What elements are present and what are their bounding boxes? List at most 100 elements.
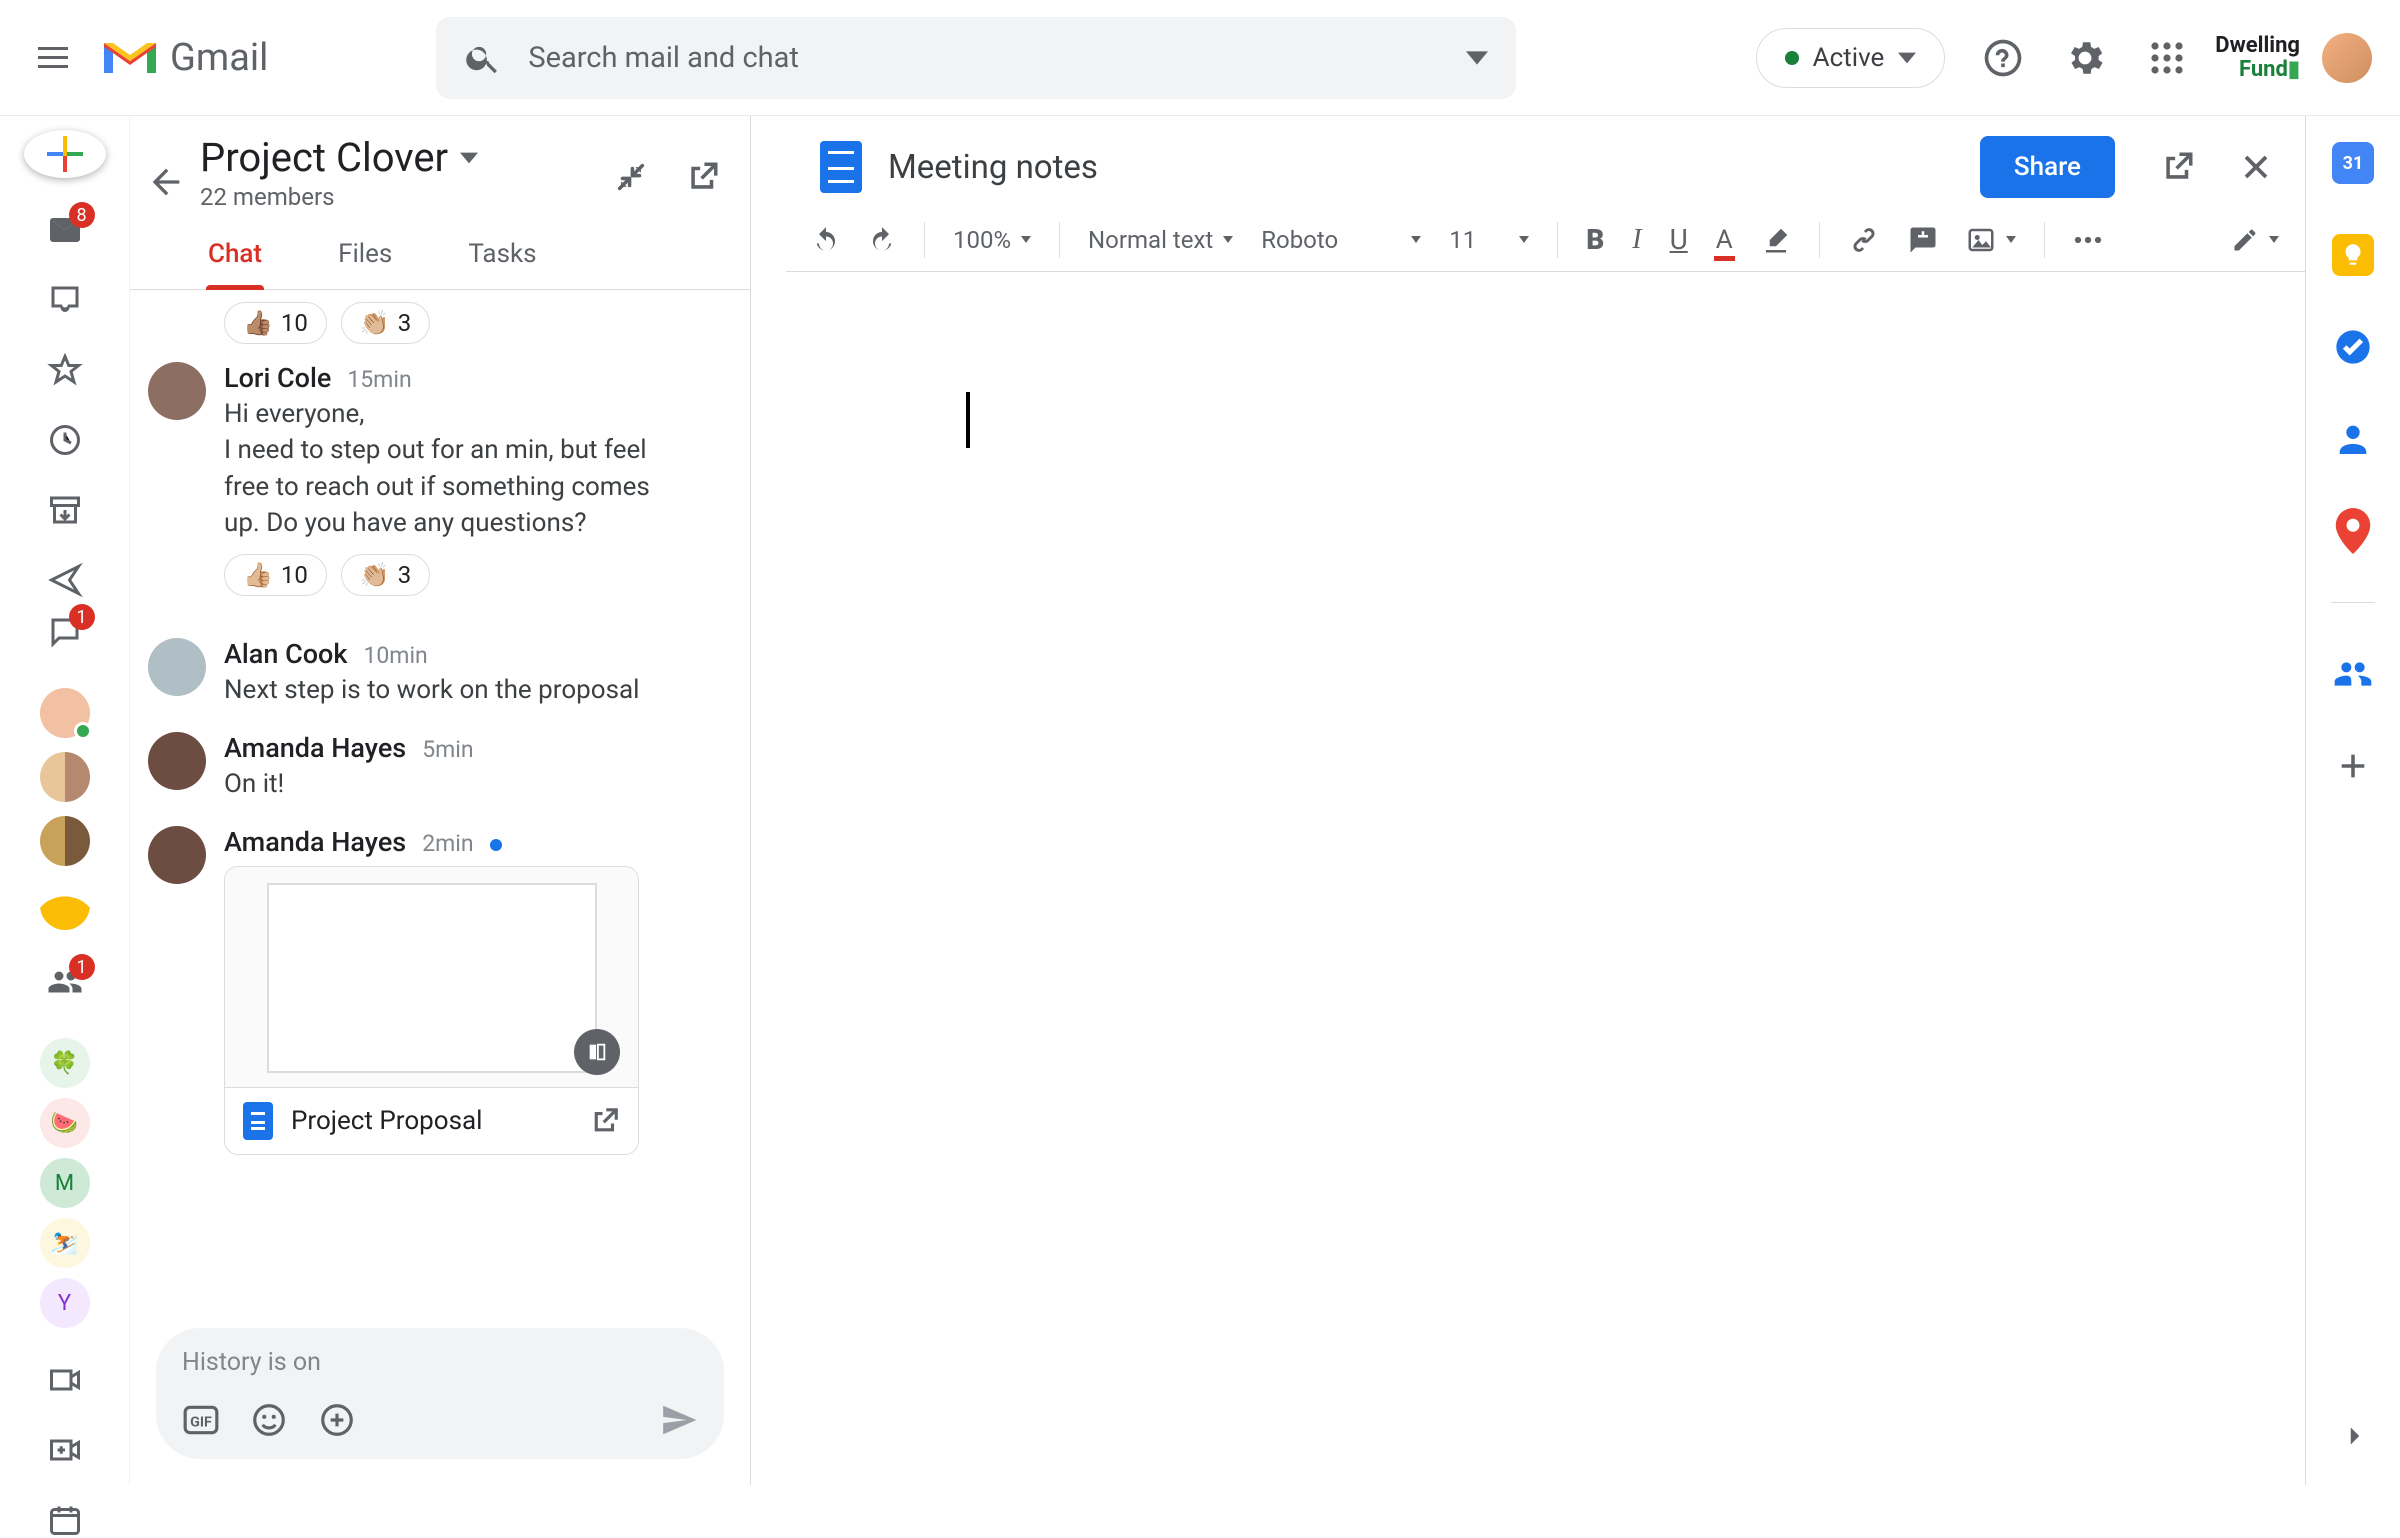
composer[interactable]: History is on GIF: [156, 1328, 724, 1459]
presence-dot-icon: [74, 722, 92, 740]
account-avatar[interactable]: [2322, 33, 2372, 83]
share-button[interactable]: Share: [1980, 136, 2115, 198]
compose-button[interactable]: [24, 130, 106, 178]
doc-title[interactable]: Meeting notes: [888, 148, 1098, 187]
room-avatar-clover[interactable]: 🍀: [40, 1038, 90, 1088]
add-icon[interactable]: [318, 1401, 356, 1439]
underline-icon[interactable]: U: [1670, 223, 1688, 256]
dm-avatar-1[interactable]: [40, 688, 90, 738]
collapse-icon[interactable]: [614, 160, 648, 194]
redo-icon[interactable]: [868, 226, 896, 254]
maps-addon-icon[interactable]: [2332, 510, 2374, 552]
style-dropdown[interactable]: Normal text: [1088, 226, 1233, 254]
tab-tasks[interactable]: Tasks: [460, 225, 544, 289]
open-side-icon[interactable]: [574, 1029, 620, 1075]
archive-nav-icon[interactable]: [45, 492, 85, 528]
dm-avatar-4[interactable]: [40, 880, 90, 930]
search-icon: [464, 39, 502, 77]
comment-icon[interactable]: [1908, 225, 1938, 255]
back-button[interactable]: [144, 160, 188, 204]
popout-icon[interactable]: [686, 160, 720, 194]
calendar-addon-icon[interactable]: 31: [2332, 142, 2374, 184]
reaction-chip[interactable]: 👍🏽10: [224, 302, 327, 344]
text-color-icon[interactable]: A: [1716, 225, 1733, 255]
chevron-down-icon: [460, 152, 478, 164]
docs-file-icon: [243, 1102, 273, 1140]
contacts-addon-icon[interactable]: [2332, 418, 2374, 460]
image-icon[interactable]: [1966, 225, 2016, 255]
italic-icon[interactable]: I: [1632, 224, 1641, 256]
gmail-logo[interactable]: Gmail: [100, 35, 268, 81]
tasks-addon-icon[interactable]: [2332, 326, 2374, 368]
avatar[interactable]: [148, 638, 206, 696]
avatar[interactable]: [148, 362, 206, 420]
doc-attachment[interactable]: Project Proposal: [224, 866, 639, 1155]
docs-app-icon: [820, 141, 862, 193]
close-doc-icon[interactable]: [2241, 152, 2271, 182]
tab-chat[interactable]: Chat: [200, 225, 270, 289]
emoji-icon[interactable]: [250, 1401, 288, 1439]
starred-nav-icon[interactable]: [45, 352, 85, 388]
plus-icon: [41, 130, 89, 178]
people-addon-icon[interactable]: [2332, 653, 2374, 695]
keep-addon-icon[interactable]: [2332, 234, 2374, 276]
avatar[interactable]: [148, 732, 206, 790]
dm-avatar-2[interactable]: [40, 752, 90, 802]
chat-message: Amanda Hayes 2min Project Proposal: [142, 826, 730, 1155]
calendar-nav-icon[interactable]: [45, 1502, 85, 1538]
dm-avatar-3[interactable]: [40, 816, 90, 866]
get-addons-icon[interactable]: [2332, 745, 2374, 787]
send-icon[interactable]: [660, 1401, 698, 1439]
attachment-title: Project Proposal: [291, 1106, 482, 1136]
bold-icon[interactable]: B: [1586, 223, 1604, 256]
main-menu-icon[interactable]: [28, 33, 78, 83]
reaction-chip[interactable]: 👍🏼10: [224, 554, 327, 596]
gif-icon[interactable]: GIF: [182, 1401, 220, 1439]
chat-message: Amanda Hayes5min On it!: [142, 732, 730, 802]
show-side-panel-icon[interactable]: [2338, 1419, 2372, 1453]
font-dropdown[interactable]: Roboto: [1261, 226, 1421, 254]
tab-files[interactable]: Files: [330, 225, 400, 289]
chat-badge: 1: [69, 604, 95, 630]
avatar[interactable]: [148, 826, 206, 884]
popout-attachment-icon[interactable]: [590, 1106, 620, 1136]
snoozed-nav-icon[interactable]: [45, 422, 85, 458]
room-avatar-melon[interactable]: 🍉: [40, 1098, 90, 1148]
room-avatar-m[interactable]: M: [40, 1158, 90, 1208]
settings-icon[interactable]: [2063, 36, 2107, 80]
sent-nav-icon[interactable]: [45, 562, 85, 598]
mail-nav-icon[interactable]: 8: [45, 212, 85, 248]
rooms-nav-icon[interactable]: 1: [45, 964, 85, 1000]
search-bar[interactable]: Search mail and chat: [436, 17, 1516, 99]
doc-preview: [267, 883, 597, 1073]
more-icon[interactable]: [2073, 235, 2103, 245]
editing-mode-icon[interactable]: [2231, 226, 2279, 254]
reaction-chip[interactable]: 👏🏼3: [341, 554, 430, 596]
status-label: Active: [1813, 43, 1885, 73]
composer-hint: History is on: [182, 1348, 698, 1377]
apps-grid-icon[interactable]: [2145, 36, 2189, 80]
room-avatar-ski[interactable]: ⛷️: [40, 1218, 90, 1268]
room-avatar-y[interactable]: Y: [40, 1278, 90, 1328]
doc-canvas[interactable]: [786, 272, 2305, 1485]
undo-icon[interactable]: [812, 226, 840, 254]
svg-text:GIF: GIF: [190, 1414, 212, 1430]
zoom-dropdown[interactable]: 100%: [953, 226, 1031, 254]
chat-nav-icon[interactable]: 1: [45, 614, 85, 650]
chat-message: Alan Cook10min Next step is to work on t…: [142, 638, 730, 708]
support-icon[interactable]: [1981, 36, 2025, 80]
status-pill[interactable]: Active: [1756, 28, 1946, 88]
link-icon[interactable]: [1848, 224, 1880, 256]
search-options-icon[interactable]: [1466, 47, 1488, 69]
rooms-badge: 1: [69, 954, 95, 980]
room-title[interactable]: Project Clover: [200, 134, 478, 181]
highlight-icon[interactable]: [1761, 225, 1791, 255]
meet-new-icon[interactable]: [45, 1432, 85, 1468]
inbox-nav-icon[interactable]: [45, 282, 85, 318]
meet-video-icon[interactable]: [45, 1362, 85, 1398]
doc-popout-icon[interactable]: [2161, 150, 2195, 184]
reaction-chip[interactable]: 👏🏼3: [341, 302, 430, 344]
font-size-dropdown[interactable]: 11: [1449, 226, 1529, 254]
doc-toolbar: 100% Normal text Roboto 11 B I U A: [786, 208, 2305, 272]
room-member-count: 22 members: [200, 183, 478, 211]
